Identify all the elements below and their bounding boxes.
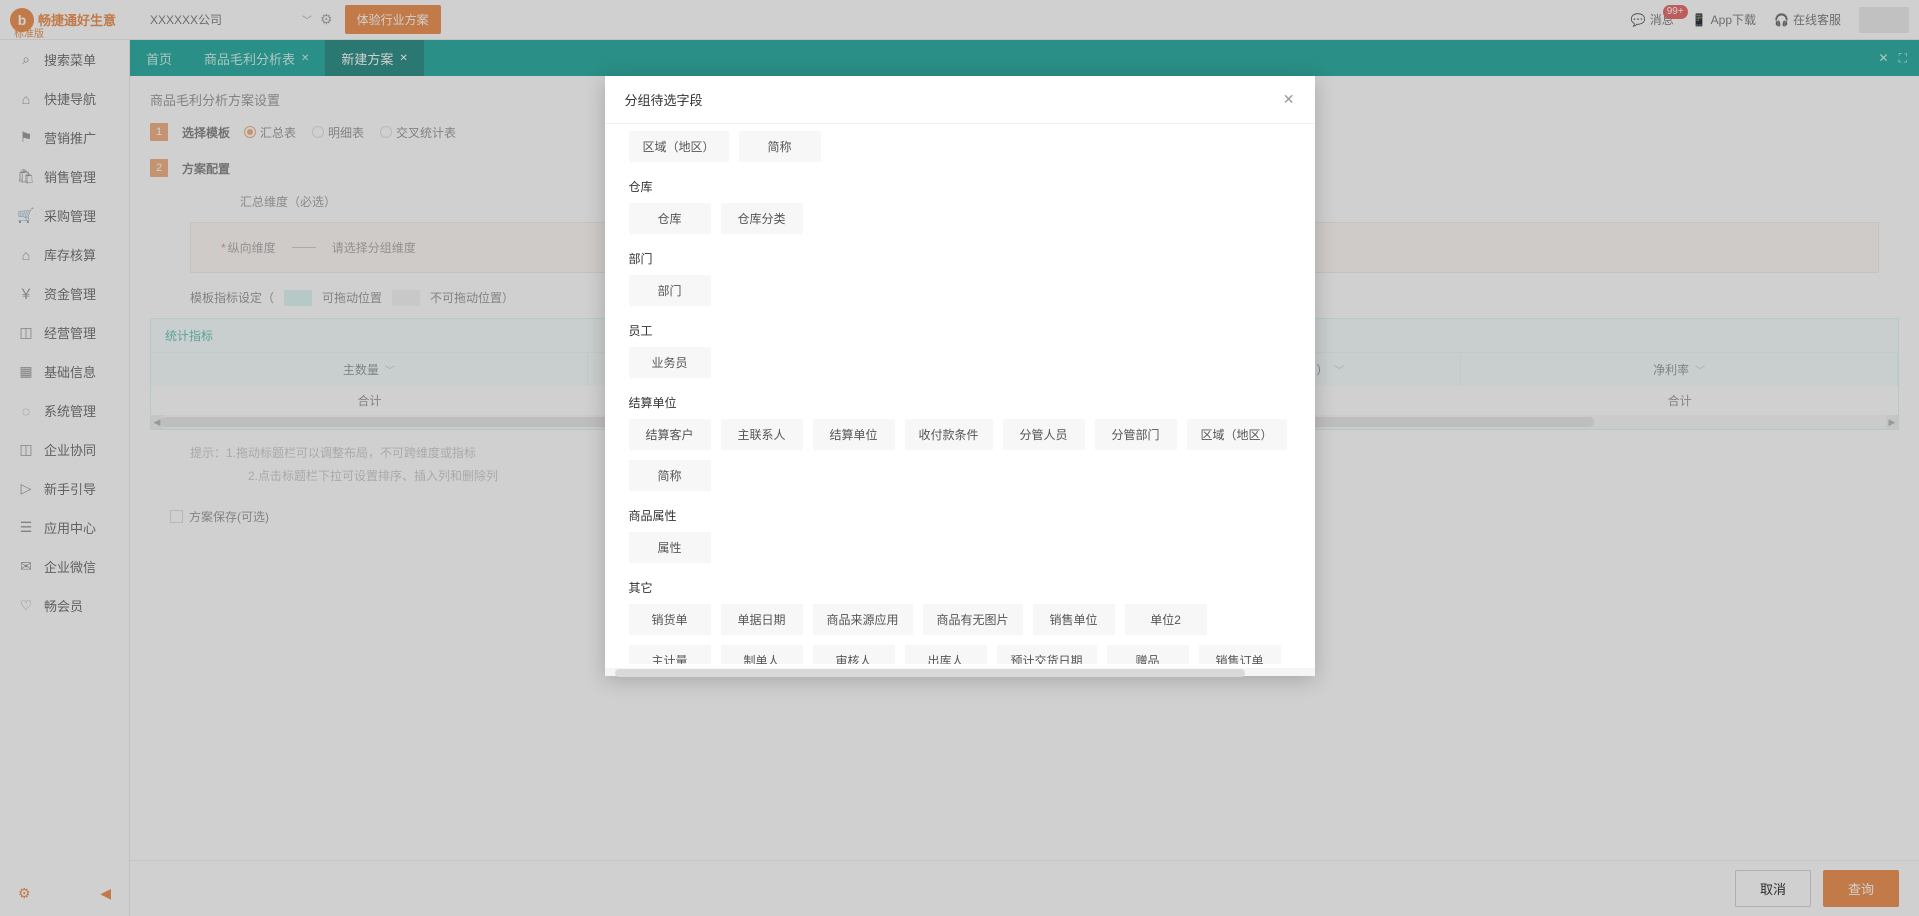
chip-g5-3[interactable]: 商品有无图片 [923,604,1023,635]
chip-g5-10[interactable]: 预计交货日期 [997,645,1097,664]
chip-g3-1[interactable]: 主联系人 [721,419,803,450]
chip-g5-9[interactable]: 出库人 [905,645,987,664]
chip-g5-11[interactable]: 赠品 [1107,645,1189,664]
group-label-2: 员工 [629,306,1291,347]
chip-g5-12[interactable]: 销售订单 [1199,645,1281,664]
chip-g5-8[interactable]: 审核人 [813,645,895,664]
chip-g5-5[interactable]: 单位2 [1125,604,1207,635]
chip-g5-0[interactable]: 销货单 [629,604,711,635]
chip-g5-1[interactable]: 单据日期 [721,604,803,635]
group-label-4: 商品属性 [629,491,1291,532]
group-label-0: 仓库 [629,162,1291,203]
chip-g2-0[interactable]: 业务员 [629,347,711,378]
modal-h-scrollbar[interactable] [605,668,1315,676]
chip-g5-6[interactable]: 主计量 [629,645,711,664]
chip-g3-2[interactable]: 结算单位 [813,419,895,450]
modal-overlay: 分组待选字段 ✕ 省/省/ 分类分管部门分管人员主联系人主联系人信用等级 区域（… [0,0,1919,916]
chip-g0-1[interactable]: 仓库分类 [721,203,803,234]
chip-g4-0[interactable]: 属性 [629,532,711,563]
chip-g5-2[interactable]: 商品来源应用 [813,604,913,635]
chip-g0-0[interactable]: 仓库 [629,203,711,234]
chip-g3-3[interactable]: 收付款条件 [905,419,993,450]
modal: 分组待选字段 ✕ 省/省/ 分类分管部门分管人员主联系人主联系人信用等级 区域（… [605,76,1315,676]
chip-g5-7[interactable]: 制单人 [721,645,803,664]
chip-g5-4[interactable]: 销售单位 [1033,604,1115,635]
chip-g3-7[interactable]: 简称 [629,460,711,491]
chip-top2-0[interactable]: 区域（地区） [629,131,729,162]
group-label-5: 其它 [629,563,1291,604]
chip-g3-0[interactable]: 结算客户 [629,419,711,450]
chip-g1-0[interactable]: 部门 [629,275,711,306]
group-label-1: 部门 [629,234,1291,275]
chip-g3-5[interactable]: 分管部门 [1095,419,1177,450]
modal-body[interactable]: 省/省/ 分类分管部门分管人员主联系人主联系人信用等级 区域（地区）简称 仓库仓… [605,124,1315,664]
modal-title: 分组待选字段 [625,90,703,109]
modal-scroll-thumb[interactable] [615,669,1245,677]
chip-g3-6[interactable]: 区域（地区） [1187,419,1287,450]
group-label-3: 结算单位 [629,378,1291,419]
chip-top2-1[interactable]: 简称 [739,131,821,162]
chip-g3-4[interactable]: 分管人员 [1003,419,1085,450]
modal-header: 分组待选字段 ✕ [605,76,1315,124]
close-icon[interactable]: ✕ [1283,91,1295,108]
